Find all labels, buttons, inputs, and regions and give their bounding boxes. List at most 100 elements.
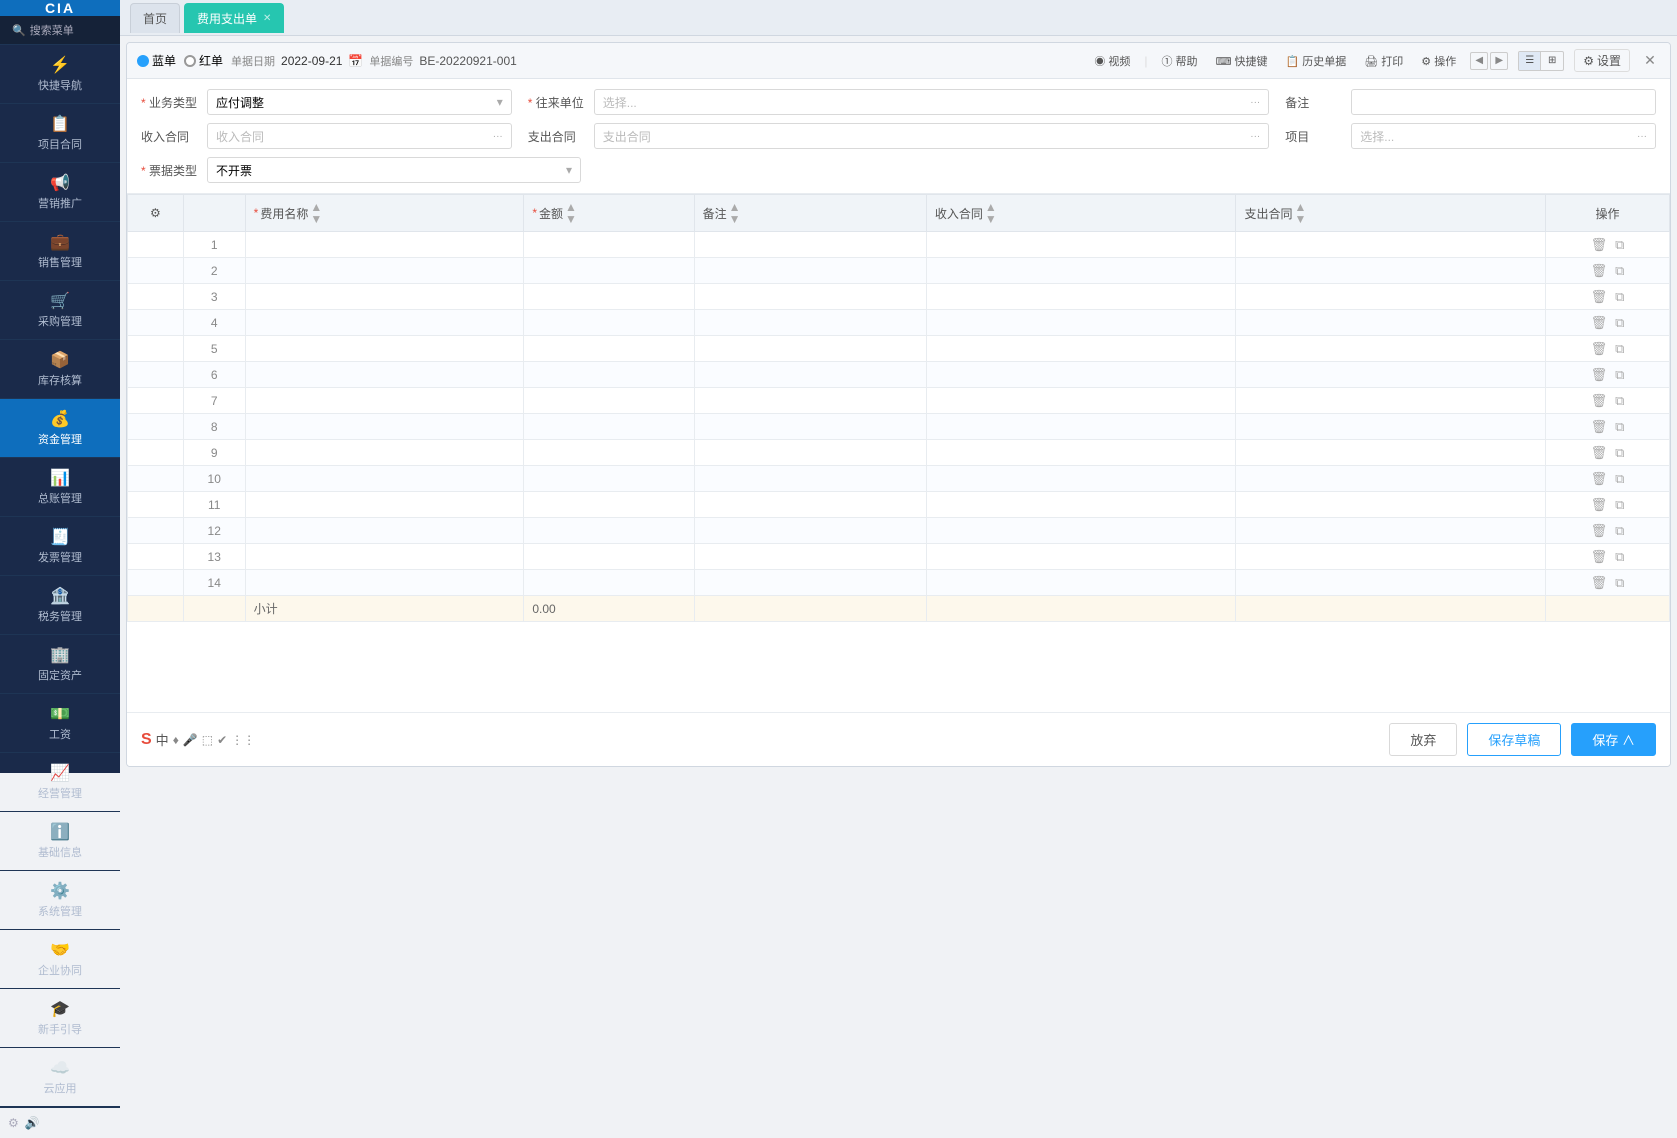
sidebar-item-fixed-assets[interactable]: 🏢 固定资产 bbox=[0, 635, 120, 694]
counterparty-more[interactable]: ··· bbox=[1250, 97, 1260, 108]
cell-income-contract-3[interactable] bbox=[926, 284, 1236, 310]
cell-expense-contract-6[interactable] bbox=[1236, 362, 1546, 388]
sort-remark[interactable]: ▲▼ bbox=[729, 201, 741, 225]
cell-income-contract-6[interactable] bbox=[926, 362, 1236, 388]
cell-amount-10[interactable] bbox=[524, 466, 694, 492]
delete-row-4-icon[interactable]: 🗑 bbox=[1591, 315, 1608, 331]
cell-expense-name-2[interactable] bbox=[245, 258, 524, 284]
cell-expense-contract-1[interactable] bbox=[1236, 232, 1546, 258]
cell-remark-3[interactable] bbox=[694, 284, 926, 310]
help-action[interactable]: ① 帮助 bbox=[1158, 51, 1202, 71]
cell-remark-2[interactable] bbox=[694, 258, 926, 284]
sidebar-item-purchase-mgmt[interactable]: 🛒 采购管理 bbox=[0, 281, 120, 340]
cell-expense-contract-13[interactable] bbox=[1236, 544, 1546, 570]
sidebar-item-inventory[interactable]: 📦 库存核算 bbox=[0, 340, 120, 399]
cell-remark-4[interactable] bbox=[694, 310, 926, 336]
copy-row-4-icon[interactable]: ⧉ bbox=[1615, 315, 1624, 331]
remark-input[interactable] bbox=[1351, 89, 1656, 115]
sidebar-item-project-contract[interactable]: 📋 项目合同 bbox=[0, 104, 120, 163]
delete-row-13-icon[interactable]: 🗑 bbox=[1591, 549, 1608, 565]
cell-remark-12[interactable] bbox=[694, 518, 926, 544]
cell-amount-3[interactable] bbox=[524, 284, 694, 310]
cell-amount-2[interactable] bbox=[524, 258, 694, 284]
cell-expense-name-14[interactable] bbox=[245, 570, 524, 596]
cell-expense-name-7[interactable] bbox=[245, 388, 524, 414]
cell-expense-name-1[interactable] bbox=[245, 232, 524, 258]
save-button[interactable]: 保存 ∧ bbox=[1571, 723, 1656, 756]
expense-contract-input[interactable]: 支出合同 ··· bbox=[594, 123, 1270, 149]
cell-expense-contract-14[interactable] bbox=[1236, 570, 1546, 596]
cell-amount-4[interactable] bbox=[524, 310, 694, 336]
business-type-select[interactable]: 应付调整 ▾ bbox=[207, 89, 512, 115]
delete-row-3-icon[interactable]: 🗑 bbox=[1591, 289, 1608, 305]
invoice-type-select[interactable]: 不开票 ▾ bbox=[207, 157, 581, 183]
volume-icon[interactable]: 🔊 bbox=[25, 1116, 40, 1130]
delete-row-12-icon[interactable]: 🗑 bbox=[1591, 523, 1608, 539]
copy-row-2-icon[interactable]: ⧉ bbox=[1615, 263, 1624, 279]
cell-expense-contract-5[interactable] bbox=[1236, 336, 1546, 362]
copy-row-8-icon[interactable]: ⧉ bbox=[1615, 419, 1624, 435]
tab-expense-form[interactable]: 费用支出单✕ bbox=[184, 3, 284, 33]
cell-amount-12[interactable] bbox=[524, 518, 694, 544]
copy-row-13-icon[interactable]: ⧉ bbox=[1615, 549, 1624, 565]
cell-expense-contract-4[interactable] bbox=[1236, 310, 1546, 336]
sidebar-item-marketing[interactable]: 📢 营销推广 bbox=[0, 163, 120, 222]
settings-button[interactable]: ⚙ 设置 bbox=[1574, 49, 1630, 72]
sidebar-item-capital-mgmt[interactable]: 💰 资金管理 bbox=[0, 399, 120, 458]
video-action[interactable]: ◉ 视频 bbox=[1090, 51, 1134, 71]
discard-button[interactable]: 放弃 bbox=[1389, 723, 1457, 756]
calendar-icon[interactable]: 📅 bbox=[348, 54, 363, 68]
sidebar-item-tax-mgmt[interactable]: 🏦 税务管理 bbox=[0, 576, 120, 635]
copy-row-14-icon[interactable]: ⧉ bbox=[1615, 575, 1624, 591]
cell-income-contract-7[interactable] bbox=[926, 388, 1236, 414]
sort-expense-contract[interactable]: ▲▼ bbox=[1294, 201, 1306, 225]
history-action[interactable]: 📋 历史单据 bbox=[1282, 51, 1351, 71]
cell-income-contract-14[interactable] bbox=[926, 570, 1236, 596]
cell-expense-name-3[interactable] bbox=[245, 284, 524, 310]
cell-remark-9[interactable] bbox=[694, 440, 926, 466]
cell-amount-1[interactable] bbox=[524, 232, 694, 258]
sidebar-item-salary[interactable]: 💵 工资 bbox=[0, 694, 120, 753]
cell-expense-contract-12[interactable] bbox=[1236, 518, 1546, 544]
cell-amount-9[interactable] bbox=[524, 440, 694, 466]
cell-income-contract-5[interactable] bbox=[926, 336, 1236, 362]
red-bill-radio[interactable]: 红单 bbox=[184, 52, 223, 69]
cell-amount-5[interactable] bbox=[524, 336, 694, 362]
cell-expense-contract-10[interactable] bbox=[1236, 466, 1546, 492]
delete-row-7-icon[interactable]: 🗑 bbox=[1591, 393, 1608, 409]
cell-income-contract-2[interactable] bbox=[926, 258, 1236, 284]
cell-remark-7[interactable] bbox=[694, 388, 926, 414]
settings-icon[interactable]: ⚙ bbox=[8, 1116, 19, 1130]
income-contract-input[interactable]: 收入合同 ··· bbox=[207, 123, 512, 149]
delete-row-9-icon[interactable]: 🗑 bbox=[1591, 445, 1608, 461]
copy-row-11-icon[interactable]: ⧉ bbox=[1615, 497, 1624, 513]
copy-row-3-icon[interactable]: ⧉ bbox=[1615, 289, 1624, 305]
cell-expense-contract-3[interactable] bbox=[1236, 284, 1546, 310]
cell-remark-14[interactable] bbox=[694, 570, 926, 596]
cell-income-contract-11[interactable] bbox=[926, 492, 1236, 518]
delete-row-8-icon[interactable]: 🗑 bbox=[1591, 419, 1608, 435]
cell-income-contract-12[interactable] bbox=[926, 518, 1236, 544]
print-action[interactable]: 🖨 打印 bbox=[1360, 51, 1407, 71]
blue-bill-radio[interactable]: 蓝单 bbox=[137, 52, 176, 69]
copy-row-5-icon[interactable]: ⧉ bbox=[1615, 341, 1624, 357]
cell-amount-6[interactable] bbox=[524, 362, 694, 388]
project-more[interactable]: ··· bbox=[1637, 131, 1647, 142]
delete-row-14-icon[interactable]: 🗑 bbox=[1591, 575, 1608, 591]
delete-row-6-icon[interactable]: 🗑 bbox=[1591, 367, 1608, 383]
sidebar-item-enterprise-collab[interactable]: 🤝 企业协同 bbox=[0, 930, 120, 989]
delete-row-10-icon[interactable]: 🗑 bbox=[1591, 471, 1608, 487]
list-view-btn[interactable]: ☰ bbox=[1519, 52, 1541, 70]
ops-action[interactable]: ⚙ 操作 bbox=[1417, 51, 1460, 71]
prev-arrow[interactable]: ◀ bbox=[1470, 52, 1488, 70]
tab-close-expense-form[interactable]: ✕ bbox=[263, 13, 271, 24]
cell-expense-name-4[interactable] bbox=[245, 310, 524, 336]
cell-income-contract-9[interactable] bbox=[926, 440, 1236, 466]
cell-expense-name-6[interactable] bbox=[245, 362, 524, 388]
search-menu[interactable]: 🔍 搜索菜单 bbox=[0, 16, 120, 45]
delete-row-1-icon[interactable]: 🗑 bbox=[1591, 237, 1608, 253]
sidebar-item-quick-nav[interactable]: ⚡ 快捷导航 bbox=[0, 45, 120, 104]
copy-row-6-icon[interactable]: ⧉ bbox=[1615, 367, 1624, 383]
cell-income-contract-8[interactable] bbox=[926, 414, 1236, 440]
copy-row-7-icon[interactable]: ⧉ bbox=[1615, 393, 1624, 409]
